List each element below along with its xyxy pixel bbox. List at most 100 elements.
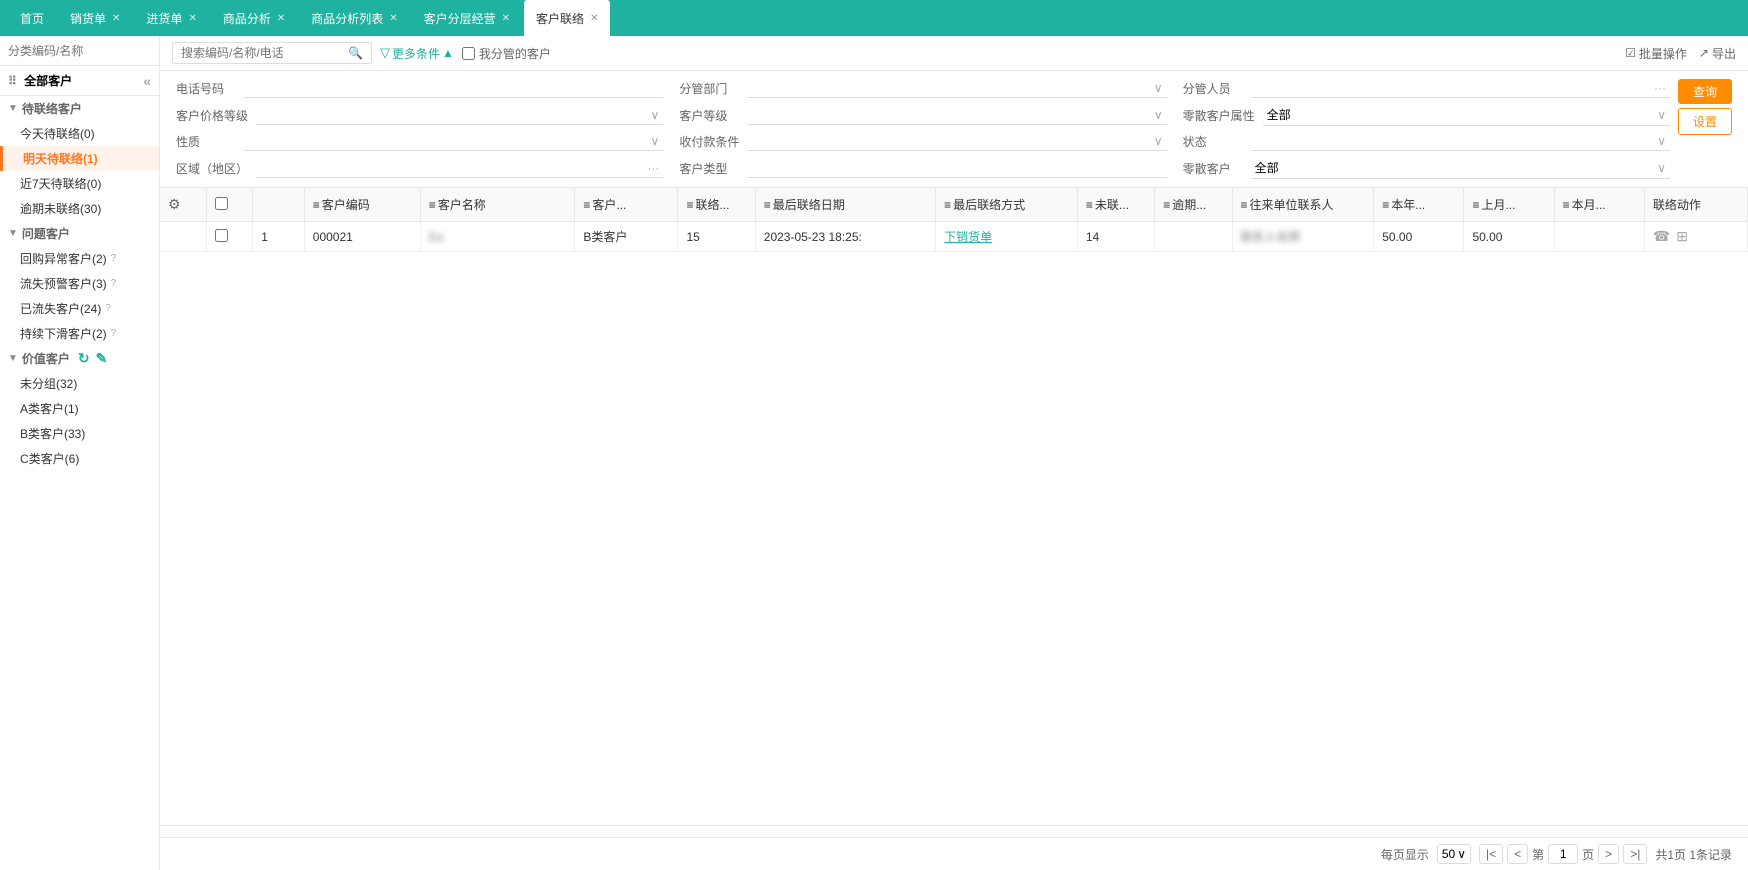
filter-status: 状态 ∨ <box>1183 132 1670 151</box>
row-actions: ☎ ⊞ <box>1653 228 1739 245</box>
sidebar-item-type-c[interactable]: C类客户(6) <box>0 446 159 471</box>
filter-nature: 性质 ∨ <box>176 132 663 151</box>
top-nav: 首页 销货单 ✕ 进货单 ✕ 商品分析 ✕ 商品分析列表 ✕ 客户分层经营 ✕ … <box>0 0 1748 36</box>
my-customers-check[interactable] <box>462 47 475 60</box>
export-btn[interactable]: ↗ 导出 <box>1699 45 1736 62</box>
row-checkbox[interactable] <box>215 229 228 242</box>
filter-phone-input[interactable] <box>244 79 663 98</box>
filter-scatter-select[interactable]: 全部 ∨ <box>1251 157 1670 179</box>
td-checkbox <box>206 222 252 252</box>
filter-dept-select[interactable]: ∨ <box>747 79 1166 98</box>
close-purchase-order-icon[interactable]: ✕ <box>188 13 196 24</box>
th-this-year: ≡本年... <box>1374 188 1464 222</box>
filter-price-level-select[interactable]: ∨ <box>256 106 663 125</box>
close-product-analysis-icon[interactable]: ✕ <box>277 13 285 24</box>
td-last-month: 50.00 <box>1464 222 1554 252</box>
checkbox-icon: ☑ <box>1625 46 1636 60</box>
manager-more-icon[interactable]: ··· <box>1654 81 1666 95</box>
sidebar-all-customers[interactable]: ⠿ 全部客户 « <box>0 66 159 96</box>
last-page-btn[interactable]: >| <box>1623 844 1647 864</box>
sidebar-item-today-contact[interactable]: 今天待联络(0) <box>0 121 159 146</box>
per-page-label: 每页显示 <box>1381 846 1429 863</box>
td-gear <box>160 222 206 252</box>
sidebar-item-type-a[interactable]: A类客户(1) <box>0 396 159 421</box>
edit-value-icon[interactable]: ✎ <box>96 350 108 367</box>
next-page-btn[interactable]: > <box>1598 844 1619 864</box>
nav-sales-order[interactable]: 销货单 ✕ <box>58 0 132 36</box>
query-button[interactable]: 查询 <box>1678 79 1732 104</box>
toolbar-search-input[interactable] <box>181 46 344 60</box>
price-level-chevron-icon: ∨ <box>651 108 660 122</box>
filter-nature-select[interactable]: ∨ <box>244 132 663 151</box>
sidebar-item-7days-contact[interactable]: 近7天待联络(0) <box>0 171 159 196</box>
pagination: |< < 第 页 > >| <box>1479 844 1647 864</box>
th-last-contact-date: ≡最后联络日期 <box>755 188 935 222</box>
filter-status-select[interactable]: ∨ <box>1251 132 1670 151</box>
close-customer-stratification-icon[interactable]: ✕ <box>502 13 510 24</box>
filter-customer-level-select[interactable]: ∨ <box>747 106 1166 125</box>
sidebar-item-tomorrow-contact[interactable]: 明天待联络(1) <box>0 146 159 171</box>
nav-purchase-order[interactable]: 进货单 ✕ <box>134 0 208 36</box>
toolbar-search-icon[interactable]: 🔍 <box>348 46 363 60</box>
help-churn-warning-icon[interactable]: ? <box>111 278 117 289</box>
problem-triangle-icon: ▼ <box>8 228 18 239</box>
sidebar-collapse-icon[interactable]: « <box>143 73 151 89</box>
nav-customer-contact[interactable]: 客户联络 ✕ <box>524 0 610 36</box>
th-checkbox <box>206 188 252 222</box>
filter-row-1: 电话号码 分管部门 ∨ 分管人员 <box>176 79 1670 98</box>
sidebar-search-input[interactable] <box>8 44 160 58</box>
table-gear-icon[interactable]: ⚙ <box>168 196 181 212</box>
region-more-icon[interactable]: ··· <box>647 161 659 175</box>
close-customer-contact-icon[interactable]: ✕ <box>590 13 598 24</box>
sidebar-item-repurchase-abnormal[interactable]: 回购异常客户(2) ? <box>0 246 159 271</box>
help-declining-icon[interactable]: ? <box>111 328 117 339</box>
filter-manager-select[interactable]: ··· <box>1251 79 1670 98</box>
sidebar: 🔍 ⠿ 全部客户 « ▼ 待联络客户 今天待联络(0) 明天待联络(1) 近7天… <box>0 36 160 870</box>
row-action-phone-icon[interactable]: ☎ <box>1653 228 1670 245</box>
close-product-analysis-list-icon[interactable]: ✕ <box>389 13 397 24</box>
close-sales-order-icon[interactable]: ✕ <box>112 13 120 24</box>
refresh-value-icon[interactable]: ↻ <box>78 350 90 367</box>
last-contact-method-link[interactable]: 下销货单 <box>944 230 992 244</box>
filter-scatter-attr-select[interactable]: 全部 ∨ <box>1263 104 1670 126</box>
filter-payment-select[interactable]: ∨ <box>747 132 1166 151</box>
prev-page-btn[interactable]: < <box>1507 844 1528 864</box>
filter-customer-level: 客户等级 ∨ <box>679 106 1166 125</box>
help-repurchase-icon[interactable]: ? <box>111 253 117 264</box>
th-contact: ≡联络... <box>678 188 755 222</box>
nav-home[interactable]: 首页 <box>8 0 56 36</box>
filter-phone-label: 电话号码 <box>176 80 236 97</box>
settings-button[interactable]: 设置 <box>1678 108 1732 135</box>
main-layout: 🔍 ⠿ 全部客户 « ▼ 待联络客户 今天待联络(0) 明天待联络(1) 近7天… <box>0 36 1748 870</box>
page-input[interactable] <box>1548 844 1578 864</box>
td-last-contact-date: 2023-05-23 18:25: <box>755 222 935 252</box>
nav-product-analysis[interactable]: 商品分析 ✕ <box>211 0 297 36</box>
sidebar-item-declining[interactable]: 持续下滑客户(2) ? <box>0 321 159 346</box>
filter-customer-type-input[interactable] <box>747 159 1166 178</box>
sidebar-item-churned[interactable]: 已流失客户(24) ? <box>0 296 159 321</box>
filter-nature-label: 性质 <box>176 133 236 150</box>
my-customers-checkbox[interactable]: 我分管的客户 <box>462 45 551 62</box>
row-action-grid-icon[interactable]: ⊞ <box>1676 228 1688 245</box>
nav-customer-stratification[interactable]: 客户分层经营 ✕ <box>412 0 522 36</box>
customer-table: ⚙ ≡客户编码 ≡客户名称 ≡客户... <box>160 188 1748 252</box>
nature-chevron-icon: ∨ <box>651 134 660 148</box>
filter-row-2: 客户价格等级 ∨ 客户等级 ∨ <box>176 104 1670 126</box>
sidebar-item-type-b[interactable]: B类客户(33) <box>0 421 159 446</box>
batch-op-btn[interactable]: ☑ 批量操作 <box>1625 45 1687 62</box>
page-suffix: 页 <box>1582 846 1594 863</box>
first-page-btn[interactable]: |< <box>1479 844 1503 864</box>
help-churned-icon[interactable]: ? <box>105 303 111 314</box>
table-select-all[interactable] <box>215 197 228 210</box>
filter-region-select[interactable]: ··· <box>256 159 663 178</box>
filter-region: 区域（地区） ··· <box>176 159 663 178</box>
sidebar-item-churn-warning[interactable]: 流失预警客户(3) ? <box>0 271 159 296</box>
filter-actions: 查询 设置 <box>1678 79 1732 179</box>
sidebar-item-ungrouped[interactable]: 未分组(32) <box>0 371 159 396</box>
per-page-select[interactable]: 50 ∨ <box>1437 844 1471 864</box>
nav-product-analysis-list[interactable]: 商品分析列表 ✕ <box>299 0 409 36</box>
more-conditions-btn[interactable]: ▽ 更多条件 ▲ <box>380 45 454 62</box>
sidebar-item-overdue-contact[interactable]: 逾期未联络(30) <box>0 196 159 221</box>
filter-panel: 电话号码 分管部门 ∨ 分管人员 <box>160 71 1748 188</box>
sidebar-section-problem: ▼ 问题客户 <box>0 221 159 246</box>
